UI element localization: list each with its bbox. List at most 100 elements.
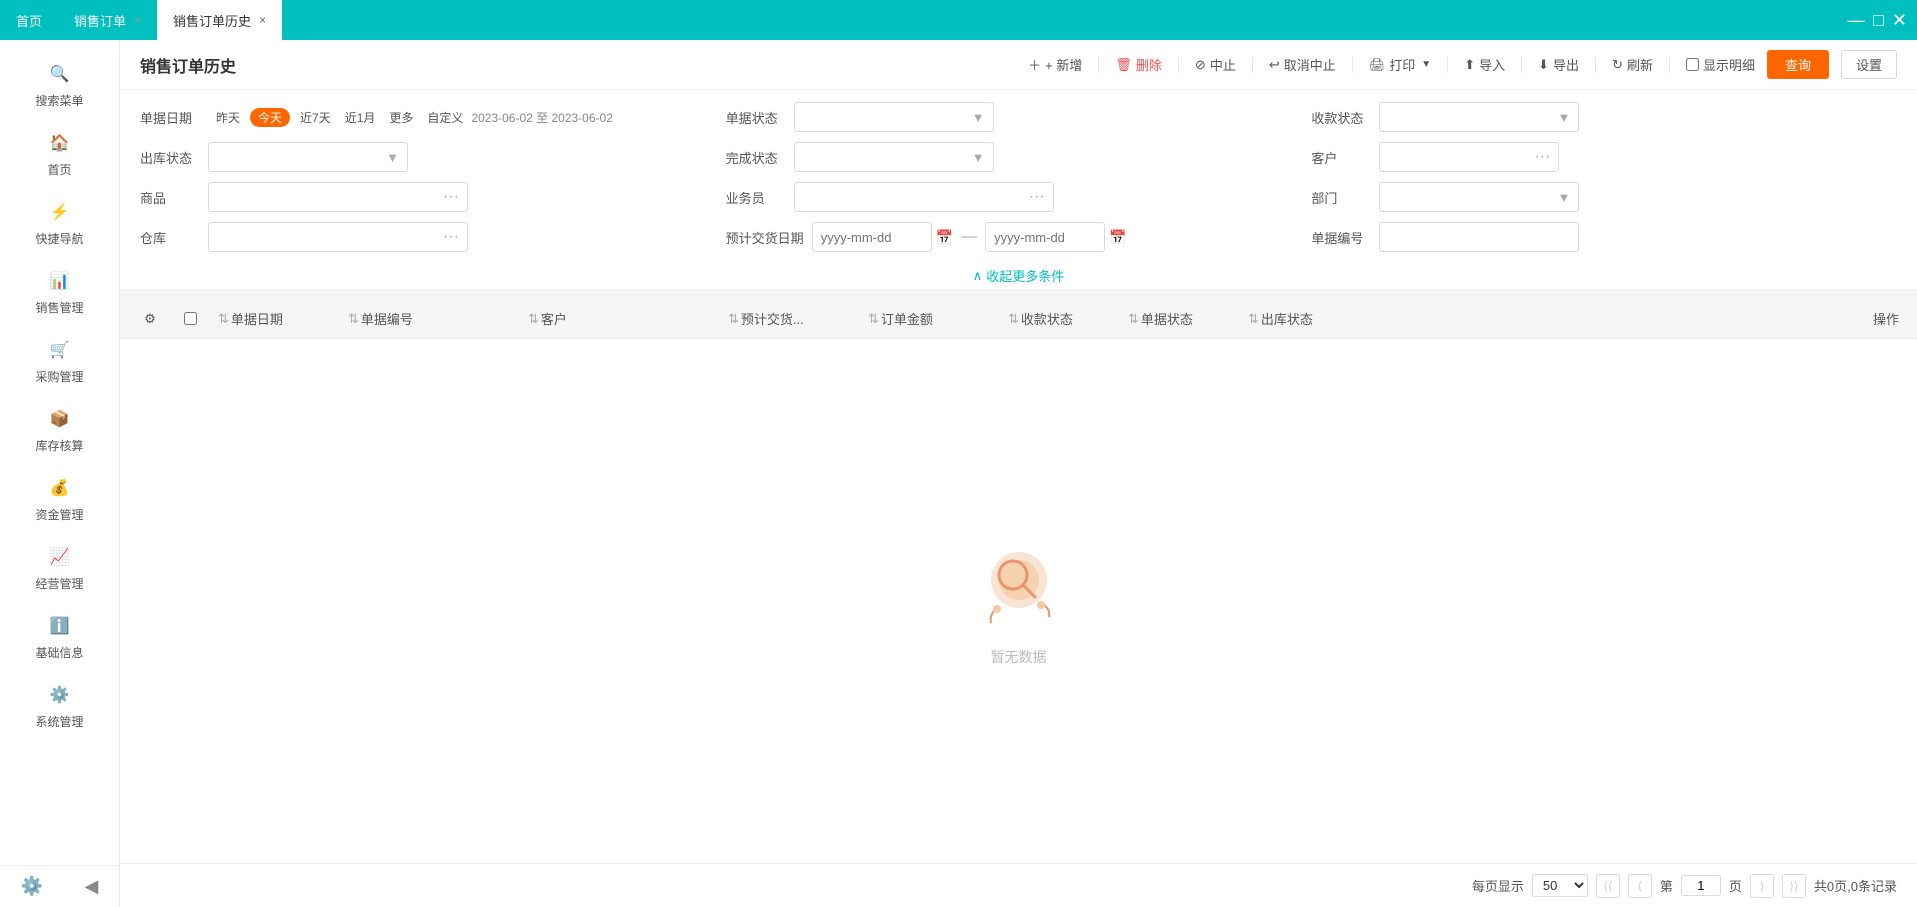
display-detail-checkbox[interactable]: 显示明细 bbox=[1686, 55, 1755, 74]
salesperson-dots-icon[interactable]: ··· bbox=[1029, 188, 1045, 206]
import-button[interactable]: ⬆ 导入 bbox=[1464, 55, 1505, 74]
export-button[interactable]: ⬇ 导出 bbox=[1538, 55, 1579, 74]
stop-button[interactable]: ⊘ 中止 bbox=[1195, 55, 1236, 74]
display-detail-input[interactable] bbox=[1686, 58, 1699, 71]
sidebar-settings-icon[interactable]: ⚙️ bbox=[21, 876, 43, 897]
delivery-date-start[interactable] bbox=[812, 222, 932, 252]
out-status-select[interactable]: ▼ bbox=[208, 142, 408, 172]
sort-order-icon[interactable]: ⇅ bbox=[348, 311, 359, 327]
sidebar-item-finance[interactable]: 💰 资金管理 bbox=[0, 464, 119, 533]
dept-arrow-icon: ▼ bbox=[1557, 190, 1570, 205]
sidebar-item-system[interactable]: ⚙️ 系统管理 bbox=[0, 671, 119, 740]
cal-end-icon[interactable]: 📅 bbox=[1109, 229, 1126, 246]
maximize-icon[interactable]: □ bbox=[1873, 10, 1884, 31]
doc-status-select[interactable]: ▼ bbox=[794, 102, 994, 132]
delete-button[interactable]: 🗑 删除 bbox=[1115, 55, 1162, 74]
warehouse-select[interactable]: ··· bbox=[208, 222, 468, 252]
prev-page-button[interactable]: ⟨ bbox=[1628, 874, 1652, 898]
sidebar-item-search[interactable]: 🔍 搜索菜单 bbox=[0, 50, 119, 119]
goods-dots-icon[interactable]: ··· bbox=[443, 188, 459, 206]
tab-sales-order-history[interactable]: 销售订单历史 × bbox=[157, 0, 282, 40]
cal-start-icon[interactable]: 📅 bbox=[936, 229, 953, 246]
baseinfo-icon: ℹ️ bbox=[46, 612, 74, 640]
sort-customer-icon[interactable]: ⇅ bbox=[528, 311, 539, 327]
filter-area: 单据日期 昨天 今天 近7天 近1月 更多 自定义 2023-06-02 至 2… bbox=[120, 90, 1917, 289]
operations-icon: 📈 bbox=[46, 543, 74, 571]
minimize-icon[interactable]: — bbox=[1847, 10, 1865, 31]
separator5 bbox=[1447, 57, 1448, 73]
last-page-button[interactable]: ⟩⟩ bbox=[1782, 874, 1806, 898]
doc-status-label: 单据状态 bbox=[726, 108, 786, 127]
tab-sales-order[interactable]: 销售订单 × bbox=[58, 0, 157, 40]
print-dropdown-icon[interactable]: ▼ bbox=[1421, 59, 1431, 70]
filter-row-3: 商品 ··· 业务员 ··· 部门 bbox=[140, 182, 1897, 212]
sidebar-item-inventory[interactable]: 📦 库存核算 bbox=[0, 395, 119, 464]
warehouse-dots-icon[interactable]: ··· bbox=[443, 228, 459, 246]
complete-status-select[interactable]: ▼ bbox=[794, 142, 994, 172]
sidebar-item-home[interactable]: 🏠 首页 bbox=[0, 119, 119, 188]
system-icon: ⚙️ bbox=[46, 681, 74, 709]
th-date: ⇅ 单据日期 bbox=[210, 309, 340, 328]
filter-group-receipt-status: 收款状态 ▼ bbox=[1311, 102, 1897, 132]
date-btn-1month[interactable]: 近1月 bbox=[341, 108, 380, 127]
sort-out-status-icon[interactable]: ⇅ bbox=[1248, 311, 1259, 327]
select-all-checkbox[interactable] bbox=[184, 312, 197, 325]
delivery-date-end[interactable] bbox=[985, 222, 1105, 252]
next-page-button[interactable]: ⟩ bbox=[1750, 874, 1774, 898]
filter-group-customer: 客户 ··· bbox=[1311, 142, 1897, 172]
filter-group-doc-status: 单据状态 ▼ bbox=[726, 102, 1312, 132]
receipt-status-select[interactable]: ▼ bbox=[1379, 102, 1579, 132]
date-btn-today[interactable]: 今天 bbox=[250, 108, 290, 127]
sidebar-item-quicknav[interactable]: ⚡ 快捷导航 bbox=[0, 188, 119, 257]
tab-home[interactable]: 首页 bbox=[0, 0, 58, 40]
per-page-select[interactable]: 50 100 bbox=[1532, 874, 1588, 897]
finance-icon: 💰 bbox=[46, 474, 74, 502]
date-btn-yesterday[interactable]: 昨天 bbox=[212, 108, 244, 127]
cancel-stop-button[interactable]: ↩ 取消中止 bbox=[1269, 55, 1336, 74]
main-layout: 🔍 搜索菜单 🏠 首页 ⚡ 快捷导航 📊 销售管理 🛒 采购管理 📦 库存核算 … bbox=[0, 40, 1917, 907]
cancel-stop-icon: ↩ bbox=[1269, 57, 1280, 73]
sort-date-icon[interactable]: ⇅ bbox=[218, 311, 229, 327]
date-btn-custom[interactable]: 自定义 bbox=[423, 108, 467, 127]
th-checkbox[interactable] bbox=[170, 312, 210, 325]
dept-select[interactable]: ▼ bbox=[1379, 182, 1579, 212]
sort-amount-icon[interactable]: ⇅ bbox=[868, 311, 879, 327]
sidebar-item-sales[interactable]: 📊 销售管理 bbox=[0, 257, 119, 326]
print-button[interactable]: 🖨 打印 ▼ bbox=[1369, 55, 1431, 74]
new-button[interactable]: ＋ + 新增 bbox=[1028, 55, 1082, 74]
sort-doc-status-icon[interactable]: ⇅ bbox=[1128, 311, 1139, 327]
per-page-label: 每页显示 bbox=[1472, 876, 1524, 895]
date-dash: — bbox=[961, 228, 977, 246]
toolbar: ＋ + 新增 🗑 删除 ⊘ 中止 ↩ 取消中止 bbox=[1028, 50, 1897, 79]
sidebar-collapse-icon[interactable]: ◀ bbox=[84, 876, 98, 897]
purchase-icon: 🛒 bbox=[46, 336, 74, 364]
settings-gear-icon[interactable]: ⚙ bbox=[144, 311, 156, 327]
query-button[interactable]: 查询 bbox=[1767, 50, 1829, 79]
date-btn-7days[interactable]: 近7天 bbox=[296, 108, 335, 127]
page-title: 销售订单历史 bbox=[140, 53, 236, 77]
content: 销售订单历史 ＋ + 新增 🗑 删除 ⊘ 中止 ↩ bbox=[120, 40, 1917, 907]
close-tab-sales-order-icon[interactable]: × bbox=[134, 13, 141, 27]
sidebar-item-purchase[interactable]: 🛒 采购管理 bbox=[0, 326, 119, 395]
sidebar-item-operations[interactable]: 📈 经营管理 bbox=[0, 533, 119, 602]
customer-select[interactable]: ··· bbox=[1379, 142, 1559, 172]
sort-delivery-icon[interactable]: ⇅ bbox=[728, 311, 739, 327]
settings-button[interactable]: 设置 bbox=[1841, 50, 1897, 79]
th-out-status: ⇅ 出库状态 bbox=[1240, 309, 1360, 328]
customer-dots-icon[interactable]: ··· bbox=[1534, 148, 1550, 166]
page-input[interactable] bbox=[1681, 875, 1721, 896]
sort-payment-icon[interactable]: ⇅ bbox=[1008, 311, 1019, 327]
th-settings[interactable]: ⚙ bbox=[130, 311, 170, 327]
refresh-button[interactable]: ↻ 刷新 bbox=[1612, 55, 1653, 74]
first-page-button[interactable]: ⟨⟨ bbox=[1596, 874, 1620, 898]
doc-no-input[interactable] bbox=[1379, 222, 1579, 252]
window-close-icon[interactable]: ✕ bbox=[1892, 10, 1907, 31]
goods-select[interactable]: ··· bbox=[208, 182, 468, 212]
sidebar-item-base-info[interactable]: ℹ️ 基础信息 bbox=[0, 602, 119, 671]
top-tabs: 首页 销售订单 × 销售订单历史 × bbox=[0, 0, 1847, 40]
salesperson-select[interactable]: ··· bbox=[794, 182, 1054, 212]
close-tab-sales-order-history-icon[interactable]: × bbox=[259, 13, 266, 27]
filter-group-dept: 部门 ▼ bbox=[1311, 182, 1897, 212]
date-btn-more[interactable]: 更多 bbox=[385, 108, 417, 127]
collapse-trigger[interactable]: ∧ 收起更多条件 bbox=[973, 266, 1065, 285]
